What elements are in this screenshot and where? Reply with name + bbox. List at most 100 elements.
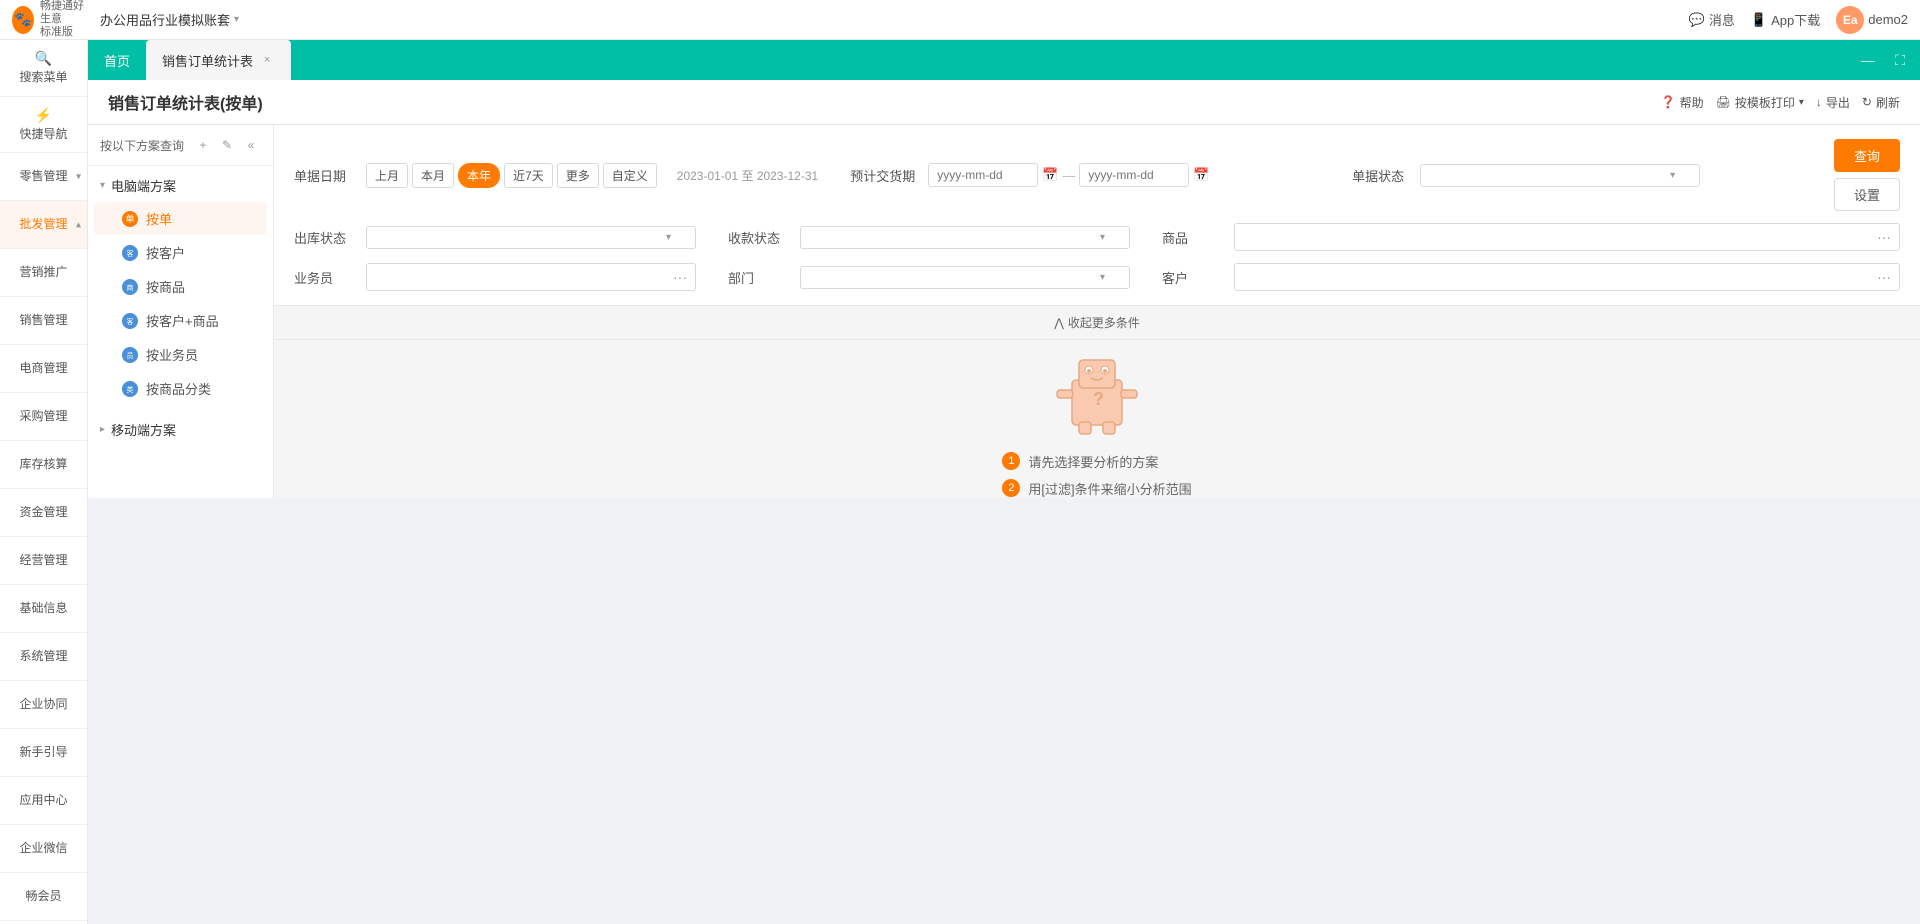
scheme-group-desktop-header[interactable]: ▾ 电脑端方案	[88, 170, 273, 201]
avatar: Ea	[1836, 6, 1864, 34]
shipment-status-select[interactable]: ▾	[366, 226, 696, 249]
last7-btn[interactable]: 近7天	[504, 163, 553, 188]
tab-close-btn[interactable]: ×	[259, 52, 275, 68]
tab-sales-order-stats[interactable]: 销售订单统计表 ×	[146, 40, 291, 80]
empty-tip-1: 1 请先选择要分析的方案	[1002, 452, 1191, 471]
settings-btn[interactable]: 设置	[1834, 178, 1900, 211]
this-month-btn[interactable]: 本月	[412, 163, 454, 188]
scheme-item-by-product-cat[interactable]: 类 按商品分类	[94, 372, 267, 405]
dept-chevron: ▾	[1100, 272, 1105, 283]
sidebar-item-basic-info[interactable]: 基础信息	[0, 585, 87, 633]
sidebar-item-marketing[interactable]: 营销推广	[0, 249, 87, 297]
print-btn[interactable]: 🖨 按模板打印 ▾	[1716, 94, 1804, 111]
scheme-icon-salesperson: 员	[122, 347, 138, 363]
last-month-btn[interactable]: 上月	[366, 163, 408, 188]
department-label: 部门	[728, 268, 788, 287]
salesperson-field[interactable]: ···	[366, 263, 696, 291]
phone-icon: 📱	[1751, 12, 1767, 28]
salesperson-ellipsis[interactable]: ···	[673, 269, 687, 285]
custom-date-btn[interactable]: 自定义	[603, 163, 657, 188]
query-btn[interactable]: 查询	[1834, 139, 1900, 172]
sidebar-item-retail[interactable]: 零售管理 ▾	[0, 153, 87, 201]
breadcrumb-select[interactable]: 办公用品行业模拟账套 ▾	[100, 10, 239, 29]
tip-num-2: 2	[1002, 479, 1020, 497]
sidebar-item-finance[interactable]: 资金管理	[0, 489, 87, 537]
message-btn[interactable]: 💬 消息	[1689, 10, 1735, 29]
empty-tip-2: 2 用[过滤]条件来缩小分析范围	[1002, 479, 1191, 498]
scheme-item-by-customer-product[interactable]: 客 按客户+商品	[94, 304, 267, 337]
product-field[interactable]: ···	[1234, 223, 1900, 251]
tab-actions: — ⛶	[1856, 48, 1920, 72]
collapse-panel-btn[interactable]: «	[241, 135, 261, 155]
calendar-icon-2[interactable]: 📅	[1193, 167, 1209, 183]
scheme-item-by-customer[interactable]: 客 按客户	[94, 236, 267, 269]
empty-state: ? 1 请先选择要分析的方案 2 用[过滤]条件来缩小分析范	[1002, 340, 1191, 498]
collapse-arrow-icon: ⋀	[1054, 316, 1064, 330]
export-btn[interactable]: ↓ 导出	[1816, 94, 1850, 111]
scheme-item-by-single[interactable]: 单 按单	[94, 202, 267, 235]
group-arrow-mobile: ▸	[100, 424, 105, 435]
salesperson-label: 业务员	[294, 268, 354, 287]
main-layout: 🔍 搜索菜单 ⚡ 快捷导航 零售管理 ▾ 批发管理 ▴ 营销推广 销售管理 电商…	[0, 40, 1920, 924]
customer-field[interactable]: ···	[1234, 263, 1900, 291]
collapse-bar[interactable]: ⋀ 收起更多条件	[274, 306, 1920, 340]
scheme-group-mobile-header[interactable]: ▸ 移动端方案	[88, 414, 273, 445]
scheme-item-by-product[interactable]: 商 按商品	[94, 270, 267, 303]
sidebar-item-app-center[interactable]: 应用中心	[0, 777, 87, 825]
refresh-icon: ↻	[1862, 95, 1872, 109]
help-btn[interactable]: ❓ 帮助	[1661, 94, 1704, 111]
filter-row-2: 出库状态 ▾ 收款状态 ▾ 商品	[294, 223, 1900, 251]
add-scheme-btn[interactable]: +	[193, 135, 213, 155]
sidebar-item-purchase[interactable]: 采购管理	[0, 393, 87, 441]
tab-home[interactable]: 首页	[88, 40, 146, 80]
this-year-btn[interactable]: 本年	[458, 163, 500, 188]
quick-nav-icon: ⚡	[35, 107, 52, 124]
export-icon: ↓	[1816, 95, 1822, 109]
print-chevron: ▾	[1799, 97, 1804, 108]
expected-date-to[interactable]	[1079, 163, 1189, 187]
empty-tips: 1 请先选择要分析的方案 2 用[过滤]条件来缩小分析范围	[1002, 452, 1191, 498]
user-profile[interactable]: Ea demo2	[1836, 6, 1908, 34]
sidebar-item-quick-nav[interactable]: ⚡ 快捷导航	[0, 97, 87, 154]
user-name: demo2	[1868, 12, 1908, 27]
breadcrumb-text: 办公用品行业模拟账套	[100, 10, 230, 29]
filter-area: 单据日期 上月 本月 本年 近7天 更多 自定义 2023-01-01 至 20…	[274, 125, 1920, 306]
more-date-btn[interactable]: 更多	[557, 163, 599, 188]
page-content: 销售订单统计表(按单) ❓ 帮助 🖨 按模板打印 ▾ ↓ 导出	[88, 80, 1920, 924]
sidebar-item-sales[interactable]: 销售管理	[0, 297, 87, 345]
sidebar-item-sys-mgmt[interactable]: 系统管理	[0, 633, 87, 681]
top-bar: 🐾 畅捷通好生意 标准版 办公用品行业模拟账套 ▾ 💬 消息 📱 App下载 E…	[0, 0, 1920, 40]
payment-status-select[interactable]: ▾	[800, 226, 1130, 249]
sidebar-item-inventory[interactable]: 库存核算	[0, 441, 87, 489]
edit-scheme-btn[interactable]: ✎	[217, 135, 237, 155]
app-download-btn[interactable]: 📱 App下载	[1751, 10, 1820, 29]
sidebar-item-ecommerce[interactable]: 电商管理	[0, 345, 87, 393]
product-ellipsis[interactable]: ···	[1877, 229, 1891, 245]
print-icon: 🖨	[1716, 95, 1731, 109]
payment-chevron: ▾	[1100, 232, 1105, 243]
search-icon: 🔍	[35, 50, 52, 67]
tab-maximize-btn[interactable]: ⛶	[1888, 48, 1912, 72]
svg-text:客: 客	[127, 249, 134, 258]
sidebar-item-new-guide[interactable]: 新手引导	[0, 729, 87, 777]
sidebar-item-enterprise-wechat[interactable]: 企业微信	[0, 825, 87, 873]
right-panel: 单据日期 上月 本月 本年 近7天 更多 自定义 2023-01-01 至 20…	[274, 125, 1920, 498]
customer-ellipsis[interactable]: ···	[1877, 269, 1891, 285]
sidebar-item-ops[interactable]: 经营管理	[0, 537, 87, 585]
content-area: 首页 销售订单统计表 × — ⛶ 销售订单统计表(按单) ❓ 帮助	[88, 40, 1920, 924]
calendar-icon-1[interactable]: 📅	[1042, 167, 1058, 183]
order-status-select[interactable]: ▾	[1420, 164, 1700, 187]
sidebar-item-search-menu[interactable]: 🔍 搜索菜单	[0, 40, 87, 97]
breadcrumb-chevron: ▾	[234, 14, 239, 25]
scheme-item-by-salesperson[interactable]: 员 按业务员	[94, 338, 267, 371]
help-icon: ❓	[1661, 95, 1676, 109]
sidebar-item-wholesale[interactable]: 批发管理 ▴	[0, 201, 87, 249]
data-area: ? 1 请先选择要分析的方案 2 用[过滤]条件来缩小分析范	[274, 340, 1920, 498]
expected-date-from[interactable]	[928, 163, 1038, 187]
tab-minimize-btn[interactable]: —	[1856, 48, 1880, 72]
sidebar-item-member[interactable]: 畅会员	[0, 873, 87, 921]
department-select[interactable]: ▾	[800, 266, 1130, 289]
page-title: 销售订单统计表(按单)	[108, 90, 263, 114]
sidebar-item-enterprise-collab[interactable]: 企业协同	[0, 681, 87, 729]
refresh-btn[interactable]: ↻ 刷新	[1862, 94, 1900, 111]
